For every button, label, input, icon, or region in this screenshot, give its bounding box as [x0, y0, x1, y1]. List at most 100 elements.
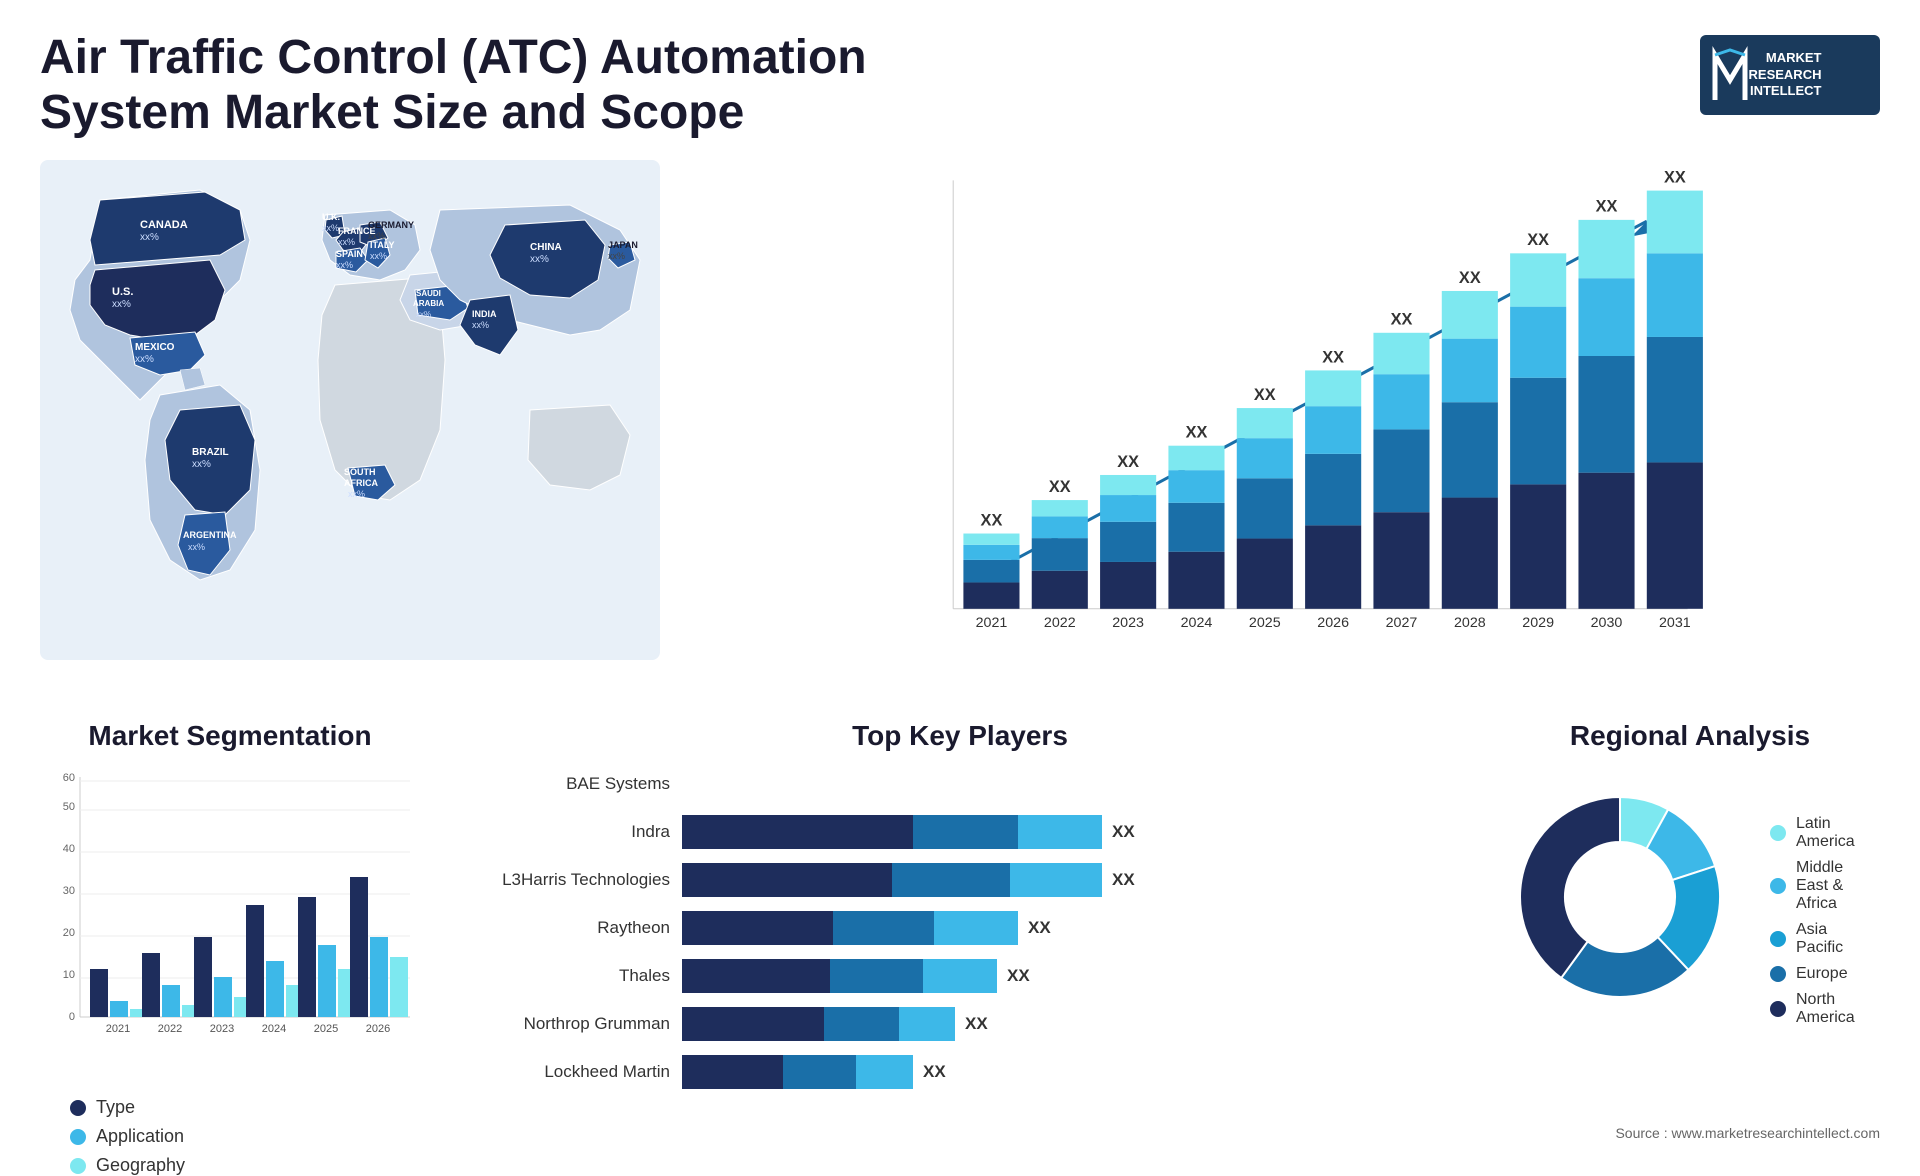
svg-text:xx%: xx% — [338, 237, 355, 247]
svg-text:JAPAN: JAPAN — [608, 240, 638, 250]
svg-text:0: 0 — [69, 1011, 75, 1023]
player-name: Indra — [470, 822, 670, 842]
svg-text:ITALY: ITALY — [370, 240, 395, 250]
player-row: Lockheed Martin XX — [470, 1055, 1450, 1089]
player-bar-segment — [892, 863, 1010, 897]
player-bar — [682, 815, 1102, 849]
svg-text:xx%: xx% — [322, 223, 339, 233]
player-bar-segment — [682, 911, 833, 945]
bar-chart-svg: XXXXXXXXXXXXXXXXXXXXXX 20212022202320242… — [720, 160, 1880, 670]
segmentation-title: Market Segmentation — [40, 720, 420, 752]
svg-text:XX: XX — [1527, 232, 1549, 250]
legend-dot — [70, 1129, 86, 1145]
svg-text:XX: XX — [1049, 478, 1071, 496]
player-bar-segment — [833, 911, 934, 945]
player-bar-segment — [682, 863, 892, 897]
svg-text:xx%: xx% — [416, 310, 431, 319]
key-players-section: Top Key Players BAE SystemsIndraXXL3Harr… — [450, 720, 1470, 1100]
header: Air Traffic Control (ATC) Automation Sys… — [0, 0, 1920, 160]
legend-item: Geography — [70, 1155, 420, 1176]
page-title: Air Traffic Control (ATC) Automation Sys… — [40, 30, 940, 140]
svg-text:2024: 2024 — [262, 1023, 286, 1035]
regional-legend-label: Europe — [1796, 965, 1848, 983]
svg-text:CHINA: CHINA — [530, 242, 562, 253]
regional-legend: Latin America Middle East & Africa Asia Pa… — [1770, 815, 1880, 1027]
player-bar-segment — [682, 1007, 824, 1041]
svg-text:XX: XX — [1322, 349, 1344, 367]
world-map-svg: CANADA xx% U.S. xx% MEXICO xx% BRAZIL xx… — [40, 160, 660, 660]
seg-chart-svg: 0 10 20 30 40 50 60 20212022202320242025… — [40, 767, 420, 1057]
legend-item: Application — [70, 1126, 420, 1147]
svg-text:XX: XX — [1596, 198, 1618, 216]
svg-text:2030: 2030 — [1591, 616, 1623, 632]
player-name: Thales — [470, 966, 670, 986]
regional-legend-dot — [1770, 825, 1786, 841]
player-xx-label: XX — [1007, 966, 1030, 986]
regional-title: Regional Analysis — [1500, 720, 1880, 752]
player-bar-segment — [682, 1055, 783, 1089]
player-bar-segment — [856, 1055, 913, 1089]
regional-legend-dot — [1770, 1001, 1786, 1017]
svg-text:BRAZIL: BRAZIL — [192, 447, 229, 458]
logo-area: MARKET RESEARCH INTELLECT — [1700, 30, 1880, 115]
player-bar-segment — [923, 959, 997, 993]
player-bar-segment — [1010, 863, 1102, 897]
bar-chart-section: XXXXXXXXXXXXXXXXXXXXXX 20212022202320242… — [700, 160, 1880, 700]
svg-text:ARABIA: ARABIA — [413, 299, 444, 308]
regional-inner: Latin America Middle East & Africa Asia Pa… — [1500, 767, 1880, 1027]
svg-text:2025: 2025 — [314, 1023, 338, 1035]
player-bar-wrap: XX — [682, 959, 1450, 993]
svg-text:2025: 2025 — [1249, 616, 1281, 632]
legend-dot — [70, 1100, 86, 1116]
regional-legend-dot — [1770, 931, 1786, 947]
svg-text:2026: 2026 — [366, 1023, 390, 1035]
player-row: Indra XX — [470, 815, 1450, 849]
regional-container: Latin America Middle East & Africa Asia Pa… — [1500, 767, 1880, 1027]
svg-text:2022: 2022 — [1044, 616, 1076, 632]
svg-text:xx%: xx% — [370, 251, 387, 261]
svg-text:CANADA: CANADA — [140, 219, 188, 231]
svg-text:2026: 2026 — [1317, 616, 1349, 632]
legend-label: Type — [96, 1097, 135, 1118]
svg-text:SAUDI: SAUDI — [416, 289, 441, 298]
player-bar-segment — [783, 1055, 856, 1089]
player-bar-wrap: XX — [682, 1007, 1450, 1041]
regional-legend-dot — [1770, 966, 1786, 982]
svg-text:2023: 2023 — [210, 1023, 234, 1035]
svg-text:xx%: xx% — [188, 542, 205, 552]
player-bar — [682, 863, 1102, 897]
regional-legend-item: Europe — [1770, 965, 1860, 983]
player-bar-wrap: XX — [682, 863, 1450, 897]
player-name: Lockheed Martin — [470, 1062, 670, 1082]
svg-text:2022: 2022 — [158, 1023, 182, 1035]
donut-svg — [1500, 777, 1740, 1017]
regional-legend-label: Middle East & Africa — [1796, 859, 1860, 913]
svg-text:XX: XX — [1117, 453, 1139, 471]
world-map: CANADA xx% U.S. xx% MEXICO xx% BRAZIL xx… — [40, 160, 660, 670]
logo-box: MARKET RESEARCH INTELLECT — [1700, 35, 1880, 115]
regional-legend-item: North America — [1770, 991, 1860, 1027]
svg-text:2029: 2029 — [1522, 616, 1554, 632]
player-name: Northrop Grumman — [470, 1014, 670, 1034]
regional-legend-item: Asia Pacific — [1770, 921, 1860, 957]
player-bar-wrap: XX — [682, 815, 1450, 849]
player-row: RaytheonXX — [470, 911, 1450, 945]
player-bar-segment — [682, 815, 913, 849]
player-bar — [682, 1007, 955, 1041]
regional-legend-label: Asia Pacific — [1796, 921, 1860, 957]
seg-chart-container: 0 10 20 30 40 50 60 20212022202320242025… — [40, 767, 420, 1087]
regional-legend-label: Latin America — [1796, 815, 1860, 851]
player-name: L3Harris Technologies — [470, 870, 670, 890]
segmentation-section: Market Segmentation 0 10 20 30 40 50 60 — [40, 720, 420, 1100]
svg-text:xx%: xx% — [530, 254, 549, 265]
player-row: BAE Systems — [470, 767, 1450, 801]
donut-wrap — [1500, 777, 1740, 1017]
player-bar-segment — [830, 959, 923, 993]
svg-text:10: 10 — [63, 969, 75, 981]
svg-text:ARGENTINA: ARGENTINA — [183, 530, 237, 540]
player-xx-label: XX — [1028, 918, 1051, 938]
svg-text:2028: 2028 — [1454, 616, 1486, 632]
player-bar-segment — [682, 959, 830, 993]
svg-text:XX: XX — [1459, 269, 1481, 287]
player-bar-wrap: XX — [682, 1055, 1450, 1089]
